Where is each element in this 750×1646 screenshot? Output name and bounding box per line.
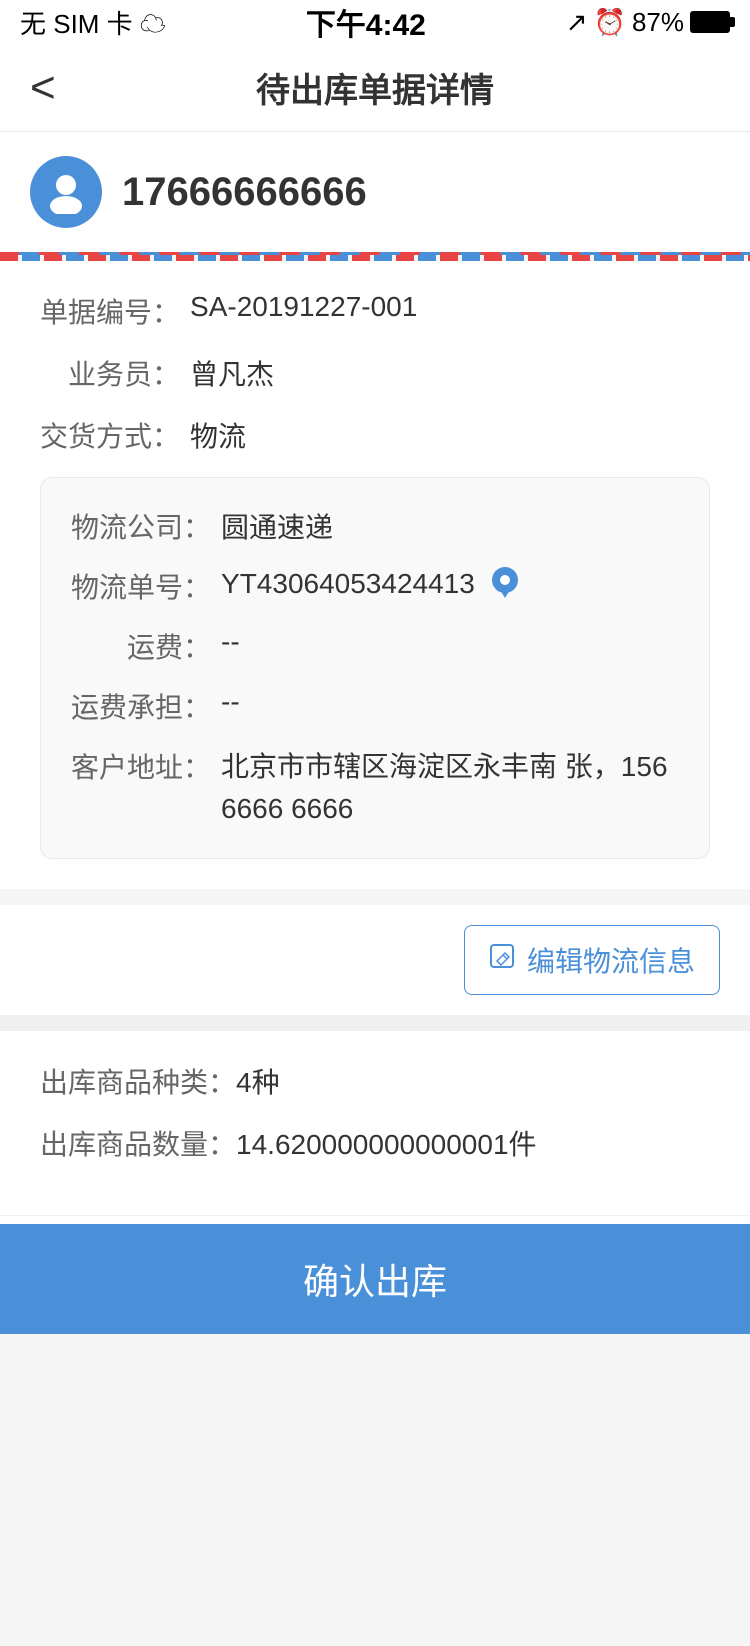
confirm-btn-label: 确认出库 xyxy=(303,1253,447,1305)
product-quantity-label: 出库商品数量： xyxy=(40,1123,236,1163)
sim-status: 无 SIM 卡 ☁ xyxy=(20,4,166,41)
freight-label: 运费： xyxy=(71,626,221,666)
order-number-row: 单据编号： SA-20191227-001 xyxy=(40,291,710,331)
product-types-label: 出库商品种类： xyxy=(40,1061,236,1101)
delivery-label: 交货方式： xyxy=(40,415,190,455)
logistics-card: 物流公司： 圆通速递 物流单号： YT43064053424413 运费： -- xyxy=(40,477,710,859)
order-basic-info: 单据编号： SA-20191227-001 业务员： 曾凡杰 交货方式： 物流 … xyxy=(0,261,750,889)
section-divider xyxy=(0,1015,750,1031)
battery-level: 87% xyxy=(632,7,684,38)
edit-logistics-button[interactable]: 编辑物流信息 xyxy=(464,925,720,995)
freight-value: -- xyxy=(221,626,679,658)
salesman-value: 曾凡杰 xyxy=(190,353,710,393)
order-number-label: 单据编号： xyxy=(40,291,190,331)
product-types-value: 4种 xyxy=(236,1061,280,1101)
edit-icon xyxy=(489,943,517,978)
status-time: 下午4:42 xyxy=(306,0,426,44)
logistics-tracking-row: 物流单号： YT43064053424413 xyxy=(71,566,679,606)
customer-phone: 17666666666 xyxy=(122,170,367,215)
product-quantity-row: 出库商品数量： 14.620000000000001件 xyxy=(40,1123,710,1163)
product-quantity-value: 14.620000000000001件 xyxy=(236,1123,537,1163)
edit-logistics-label: 编辑物流信息 xyxy=(527,940,695,980)
freight-bear-value: -- xyxy=(221,686,679,718)
status-left: 无 SIM 卡 ☁ xyxy=(20,4,166,41)
edit-btn-row: 编辑物流信息 xyxy=(0,905,750,1015)
nav-bar: < 待出库单据详情 xyxy=(0,44,750,132)
status-bar: 无 SIM 卡 ☁ 下午4:42 ↗ ⏰ 87% xyxy=(0,0,750,44)
address-row: 客户地址： 北京市市辖区海淀区永丰南 张，156 6666 6666 xyxy=(71,746,679,830)
logistics-company-label: 物流公司： xyxy=(71,506,221,546)
empty-area xyxy=(0,1326,750,1526)
logistics-tracking-value: YT43064053424413 xyxy=(221,566,679,602)
delivery-value: 物流 xyxy=(190,415,710,455)
delivery-row: 交货方式： 物流 xyxy=(40,415,710,455)
freight-bear-label: 运费承担： xyxy=(71,686,221,726)
product-section: 出库商品种类： 4种 出库商品数量： 14.620000000000001件 xyxy=(0,1031,750,1215)
avatar-icon xyxy=(44,170,88,214)
location-status-icon: ↗ xyxy=(566,7,588,38)
logistics-company-row: 物流公司： 圆通速递 xyxy=(71,506,679,546)
battery-icon xyxy=(690,11,730,33)
salesman-row: 业务员： 曾凡杰 xyxy=(40,353,710,393)
content-area: 17666666666 单据编号： SA-20191227-001 业务员： 曾… xyxy=(0,132,750,1646)
status-right: ↗ ⏰ 87% xyxy=(566,7,730,38)
customer-header: 17666666666 xyxy=(0,132,750,255)
order-number-value: SA-20191227-001 xyxy=(190,291,710,323)
freight-bear-row: 运费承担： -- xyxy=(71,686,679,726)
location-pin-icon[interactable] xyxy=(487,566,523,602)
address-value: 北京市市辖区海淀区永丰南 张，156 6666 6666 xyxy=(221,746,679,830)
logistics-tracking-label: 物流单号： xyxy=(71,566,221,606)
product-types-row: 出库商品种类： 4种 xyxy=(40,1061,710,1101)
alarm-icon: ⏰ xyxy=(594,7,626,38)
confirm-button-bar[interactable]: 确认出库 xyxy=(0,1224,750,1334)
logistics-company-value: 圆通速递 xyxy=(221,506,679,546)
page-title: 待出库单据详情 xyxy=(256,63,494,112)
back-button[interactable]: < xyxy=(30,66,56,110)
address-label: 客户地址： xyxy=(71,746,221,786)
freight-row: 运费： -- xyxy=(71,626,679,666)
salesman-label: 业务员： xyxy=(40,353,190,393)
avatar xyxy=(30,156,102,228)
